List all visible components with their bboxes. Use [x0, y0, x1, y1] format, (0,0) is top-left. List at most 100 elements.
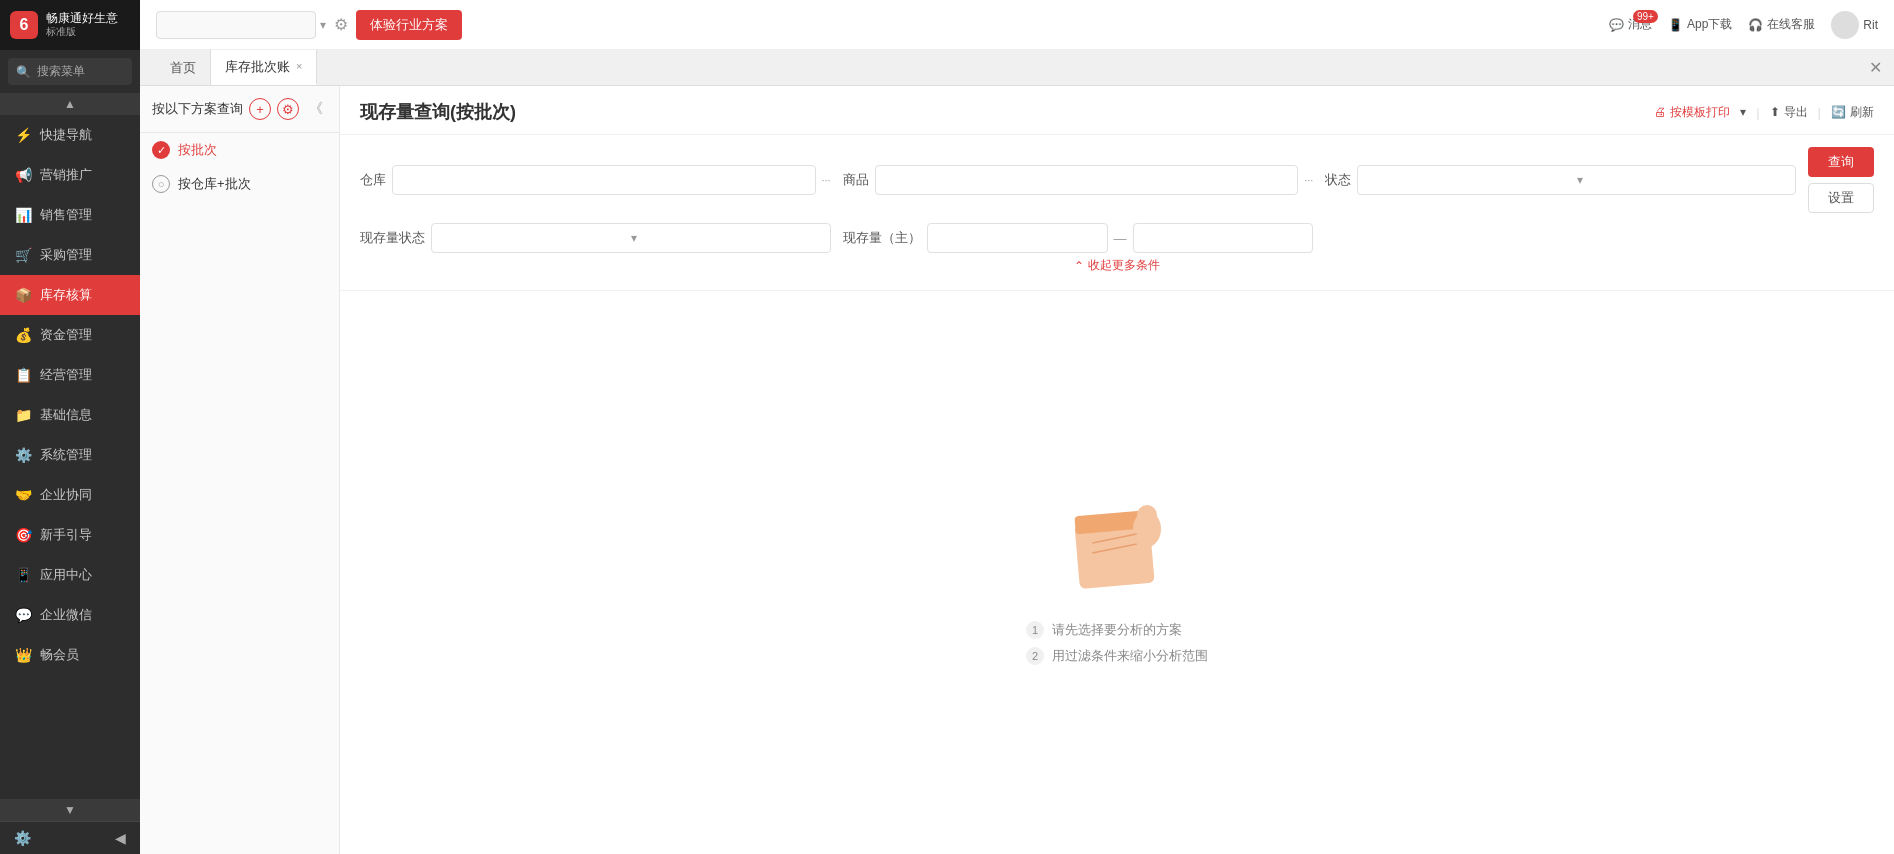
phone-icon: 📱: [1668, 18, 1683, 32]
sidebar-item-label: 资金管理: [40, 326, 92, 344]
sales-icon: 📊: [14, 206, 32, 224]
sidebar-item-label: 基础信息: [40, 406, 92, 424]
sidebar-item-member[interactable]: 👑 畅会员: [0, 635, 140, 675]
goods-input[interactable]: [875, 165, 1299, 195]
sidebar-item-label: 营销推广: [40, 166, 92, 184]
sidebar-item-label: 畅会员: [40, 646, 79, 664]
close-all-tabs-button[interactable]: ✕: [1857, 50, 1894, 85]
sidebar-search[interactable]: 🔍 搜索菜单: [8, 58, 132, 85]
stock-status-dropdown-icon: ▾: [631, 231, 822, 245]
stock-qty-max-input[interactable]: [1133, 223, 1314, 253]
marketing-icon: 📢: [14, 166, 32, 184]
goods-label: 商品: [843, 171, 869, 189]
tab-close-icon[interactable]: ×: [296, 61, 302, 72]
topbar-search-input[interactable]: [156, 11, 316, 39]
topbar-left: ▾ ⚙ 体验行业方案: [156, 10, 1597, 40]
empty-illustration: [1057, 481, 1177, 601]
export-label: 导出: [1784, 104, 1808, 121]
print-label: 按模板打印: [1670, 104, 1730, 121]
topbar-right: 💬 消息 99+ 📱 App下载 🎧 在线客服 Rit: [1609, 11, 1878, 39]
app-logo: 6: [10, 11, 38, 39]
print-dropdown-icon[interactable]: ▾: [1740, 105, 1746, 119]
app-download-label: App下载: [1687, 16, 1732, 33]
goods-more-button[interactable]: ···: [1304, 174, 1313, 186]
online-service-action[interactable]: 🎧 在线客服: [1748, 16, 1815, 33]
sidebar-item-basic[interactable]: 📁 基础信息: [0, 395, 140, 435]
filter-settings-button[interactable]: 设置: [1808, 183, 1874, 213]
sidebar-item-purchase[interactable]: 🛒 采购管理: [0, 235, 140, 275]
content-area: 按以下方案查询 + ⚙ 《 ✓ 按批次 ○ 按仓库+批次: [140, 86, 1894, 854]
settings-icon[interactable]: ⚙️: [14, 830, 31, 846]
add-scheme-button[interactable]: +: [249, 98, 271, 120]
scheme-inactive-icon: ○: [152, 175, 170, 193]
user-avatar-action[interactable]: Rit: [1831, 11, 1878, 39]
status-filter-group: 状态 ▾: [1325, 147, 1796, 213]
sidebar-item-wechat[interactable]: 💬 企业微信: [0, 595, 140, 635]
sidebar-item-finance[interactable]: 💰 资金管理: [0, 315, 140, 355]
warehouse-input[interactable]: [392, 165, 816, 195]
scroll-down-button[interactable]: ▼: [0, 799, 140, 821]
refresh-label: 刷新: [1850, 104, 1874, 121]
sidebar-item-label: 系统管理: [40, 446, 92, 464]
tabbar: 首页 库存批次账 × ✕: [140, 50, 1894, 86]
export-icon: ⬆: [1770, 105, 1780, 119]
tab-home[interactable]: 首页: [156, 50, 211, 85]
sidebar-item-apps[interactable]: 📱 应用中心: [0, 555, 140, 595]
filter-row-1: 仓库 ··· 商品 ··· 状态 ▾: [360, 147, 1874, 213]
sidebar-item-system[interactable]: ⚙️ 系统管理: [0, 435, 140, 475]
export-button[interactable]: ⬆ 导出: [1770, 104, 1808, 121]
sidebar-item-sales[interactable]: 📊 销售管理: [0, 195, 140, 235]
scroll-up-button[interactable]: ▲: [0, 93, 140, 115]
member-icon: 👑: [14, 646, 32, 664]
app-download-action[interactable]: 📱 App下载: [1668, 16, 1732, 33]
tab-inventory-batch[interactable]: 库存批次账 ×: [211, 50, 317, 85]
headset-icon: 🎧: [1748, 18, 1763, 32]
scheme-item-batch[interactable]: ✓ 按批次: [140, 133, 339, 167]
sidebar-item-enterprise[interactable]: 🤝 企业协同: [0, 475, 140, 515]
collapse-sidebar-icon[interactable]: ◀: [115, 830, 126, 846]
page-header: 现存量查询(按批次) 🖨 按模板打印 ▾ | ⬆ 导出 | 🔄: [340, 86, 1894, 135]
sidebar-item-inventory[interactable]: 📦 库存核算: [0, 275, 140, 315]
print-button[interactable]: 🖨 按模板打印: [1654, 104, 1730, 121]
stock-qty-label: 现存量（主）: [843, 229, 921, 247]
collapse-more-button[interactable]: ⌃ 收起更多条件: [360, 253, 1874, 278]
search-icon: 🔍: [16, 65, 31, 79]
shortcut-icon: ⚡: [14, 126, 32, 144]
refresh-icon: 🔄: [1831, 105, 1846, 119]
scheme-settings-button[interactable]: ⚙: [277, 98, 299, 120]
stock-status-label: 现存量状态: [360, 229, 425, 247]
query-button[interactable]: 查询: [1808, 147, 1874, 177]
hint-text-2: 用过滤条件来缩小分析范围: [1052, 647, 1208, 665]
app-name: 畅康通好生意: [46, 11, 118, 25]
tab-inventory-batch-label: 库存批次账: [225, 58, 290, 76]
messages-badge: 99+: [1633, 10, 1658, 23]
warehouse-more-button[interactable]: ···: [822, 174, 831, 186]
sidebar-item-operation[interactable]: 📋 经营管理: [0, 355, 140, 395]
stock-status-select[interactable]: ▾: [431, 223, 831, 253]
topbar-settings-icon[interactable]: ⚙: [334, 15, 348, 34]
collapse-panel-button[interactable]: 《: [305, 96, 327, 122]
left-panel-title: 按以下方案查询: [152, 100, 243, 118]
status-label: 状态: [1325, 171, 1351, 189]
topbar-chevron-icon[interactable]: ▾: [320, 18, 326, 32]
filter-area: 仓库 ··· 商品 ··· 状态 ▾: [340, 135, 1894, 291]
chevron-up-icon: ⌃: [1074, 259, 1084, 273]
empty-hint-1: 1 请先选择要分析的方案: [1026, 621, 1208, 639]
sidebar-item-guide[interactable]: 🎯 新手引导: [0, 515, 140, 555]
settings-icon: ⚙: [282, 102, 294, 117]
sidebar-item-label: 快捷导航: [40, 126, 92, 144]
sidebar-nav: ⚡ 快捷导航 📢 营销推广 📊 销售管理 🛒 采购管理 📦 库存核算 💰 资金管…: [0, 115, 140, 799]
refresh-button[interactable]: 🔄 刷新: [1831, 104, 1874, 121]
stock-qty-min-input[interactable]: [927, 223, 1108, 253]
experience-button[interactable]: 体验行业方案: [356, 10, 462, 40]
status-select[interactable]: ▾: [1357, 165, 1796, 195]
scheme-item-warehouse-batch[interactable]: ○ 按仓库+批次: [140, 167, 339, 201]
sidebar-item-marketing[interactable]: 📢 营销推广: [0, 155, 140, 195]
scheme-item-label: 按批次: [178, 141, 217, 159]
user-name: Rit: [1863, 18, 1878, 32]
app-brand: 畅康通好生意 标准版: [46, 11, 118, 39]
sidebar-item-shortcut[interactable]: ⚡ 快捷导航: [0, 115, 140, 155]
sidebar-header: 6 畅康通好生意 标准版: [0, 0, 140, 50]
guide-icon: 🎯: [14, 526, 32, 544]
messages-action[interactable]: 💬 消息 99+: [1609, 16, 1652, 33]
